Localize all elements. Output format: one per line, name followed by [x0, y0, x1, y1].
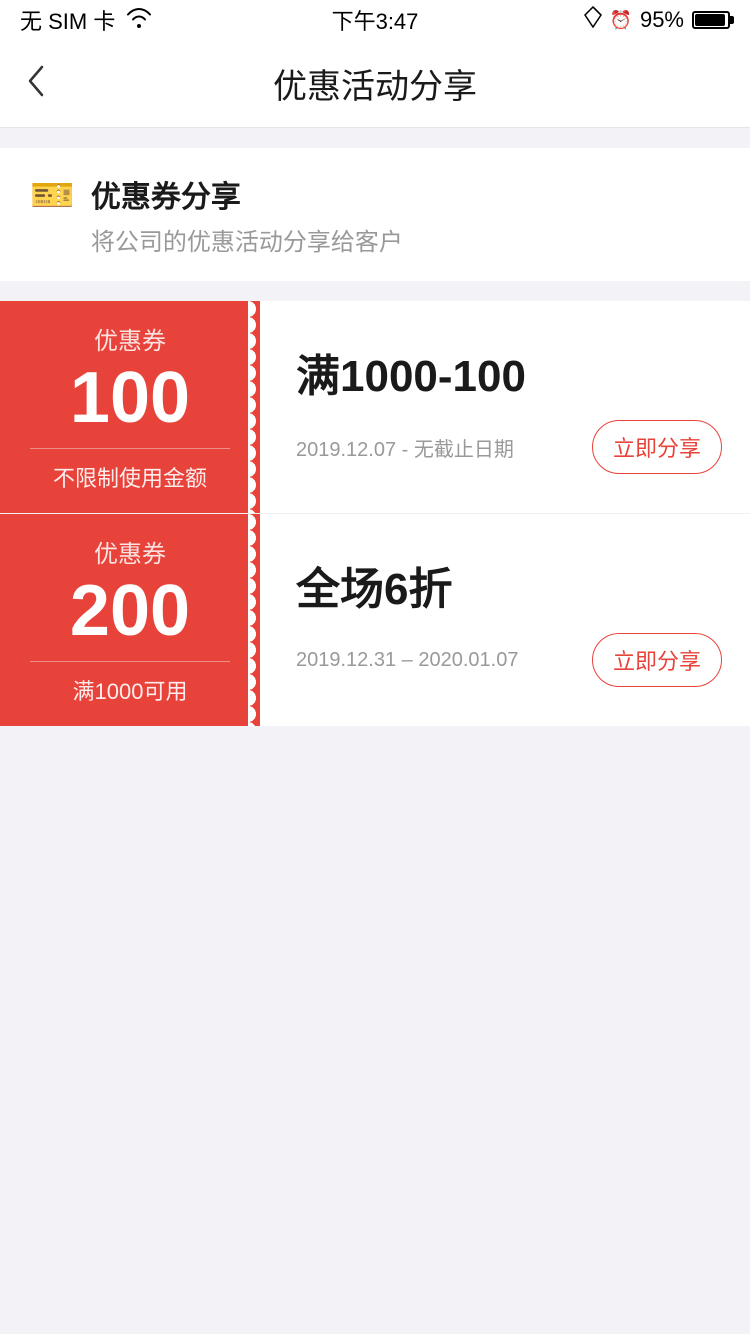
carrier-text: 无 SIM 卡 [20, 4, 115, 36]
share-button-1[interactable]: 立即分享 [592, 633, 722, 687]
section-text: 优惠券分享 将公司的优惠活动分享给客户 [91, 172, 403, 257]
wifi-icon [125, 6, 153, 34]
coupon-dates-1: 2019.12.31 – 2020.01.07 [296, 649, 580, 672]
coupon-icon: 🎫 [30, 174, 75, 216]
status-time: 下午3:47 [332, 4, 419, 36]
coupon-divider-0 [30, 448, 230, 449]
alarm-icon: ⏰ [610, 10, 632, 31]
back-button[interactable] [24, 61, 48, 107]
section-title: 优惠券分享 [91, 172, 403, 216]
coupon-card-1: 优惠券 200 满1000可用 全场6折 2019.12.31 – 2020.0… [0, 514, 750, 726]
section-header: 🎫 优惠券分享 将公司的优惠活动分享给客户 [0, 148, 750, 281]
status-bar: 无 SIM 卡 下午3:47 ⏰ 95% [0, 0, 750, 40]
coupon-meta-0: 2019.12.07 - 无截止日期 立即分享 [296, 420, 722, 474]
coupon-amount-0: 100 [70, 362, 190, 434]
status-right: ⏰ 95% [584, 6, 730, 34]
coupon-name-1: 全场6折 [296, 553, 722, 617]
coupon-restriction-0: 不限制使用金额 [53, 461, 207, 493]
nav-bar: 优惠活动分享 [0, 40, 750, 128]
coupon-restriction-1: 满1000可用 [73, 674, 188, 706]
coupon-name-0: 满1000-100 [296, 340, 722, 404]
share-button-0[interactable]: 立即分享 [592, 420, 722, 474]
coupon-divider-1 [30, 661, 230, 662]
location-icon [584, 6, 602, 34]
battery-indicator [692, 11, 730, 29]
coupon-left-panel-1: 优惠券 200 满1000可用 [0, 514, 260, 726]
empty-area [0, 726, 750, 1226]
coupon-right-panel-0: 满1000-100 2019.12.07 - 无截止日期 立即分享 [260, 301, 750, 513]
battery-percent: 95% [640, 7, 684, 33]
page-title: 优惠活动分享 [273, 59, 477, 108]
coupon-meta-1: 2019.12.31 – 2020.01.07 立即分享 [296, 633, 722, 687]
coupon-card: 优惠券 100 不限制使用金额 满1000-100 2019.12.07 - 无… [0, 301, 750, 514]
status-left: 无 SIM 卡 [20, 4, 153, 36]
coupon-dates-0: 2019.12.07 - 无截止日期 [296, 433, 580, 462]
section-subtitle: 将公司的优惠活动分享给客户 [91, 222, 403, 257]
coupon-label-1: 优惠券 [94, 534, 166, 569]
coupon-right-panel-1: 全场6折 2019.12.31 – 2020.01.07 立即分享 [260, 514, 750, 726]
coupon-label-0: 优惠券 [94, 321, 166, 356]
coupon-amount-1: 200 [70, 575, 190, 647]
coupon-left-panel: 优惠券 100 不限制使用金额 [0, 301, 260, 513]
coupon-list: 优惠券 100 不限制使用金额 满1000-100 2019.12.07 - 无… [0, 301, 750, 726]
